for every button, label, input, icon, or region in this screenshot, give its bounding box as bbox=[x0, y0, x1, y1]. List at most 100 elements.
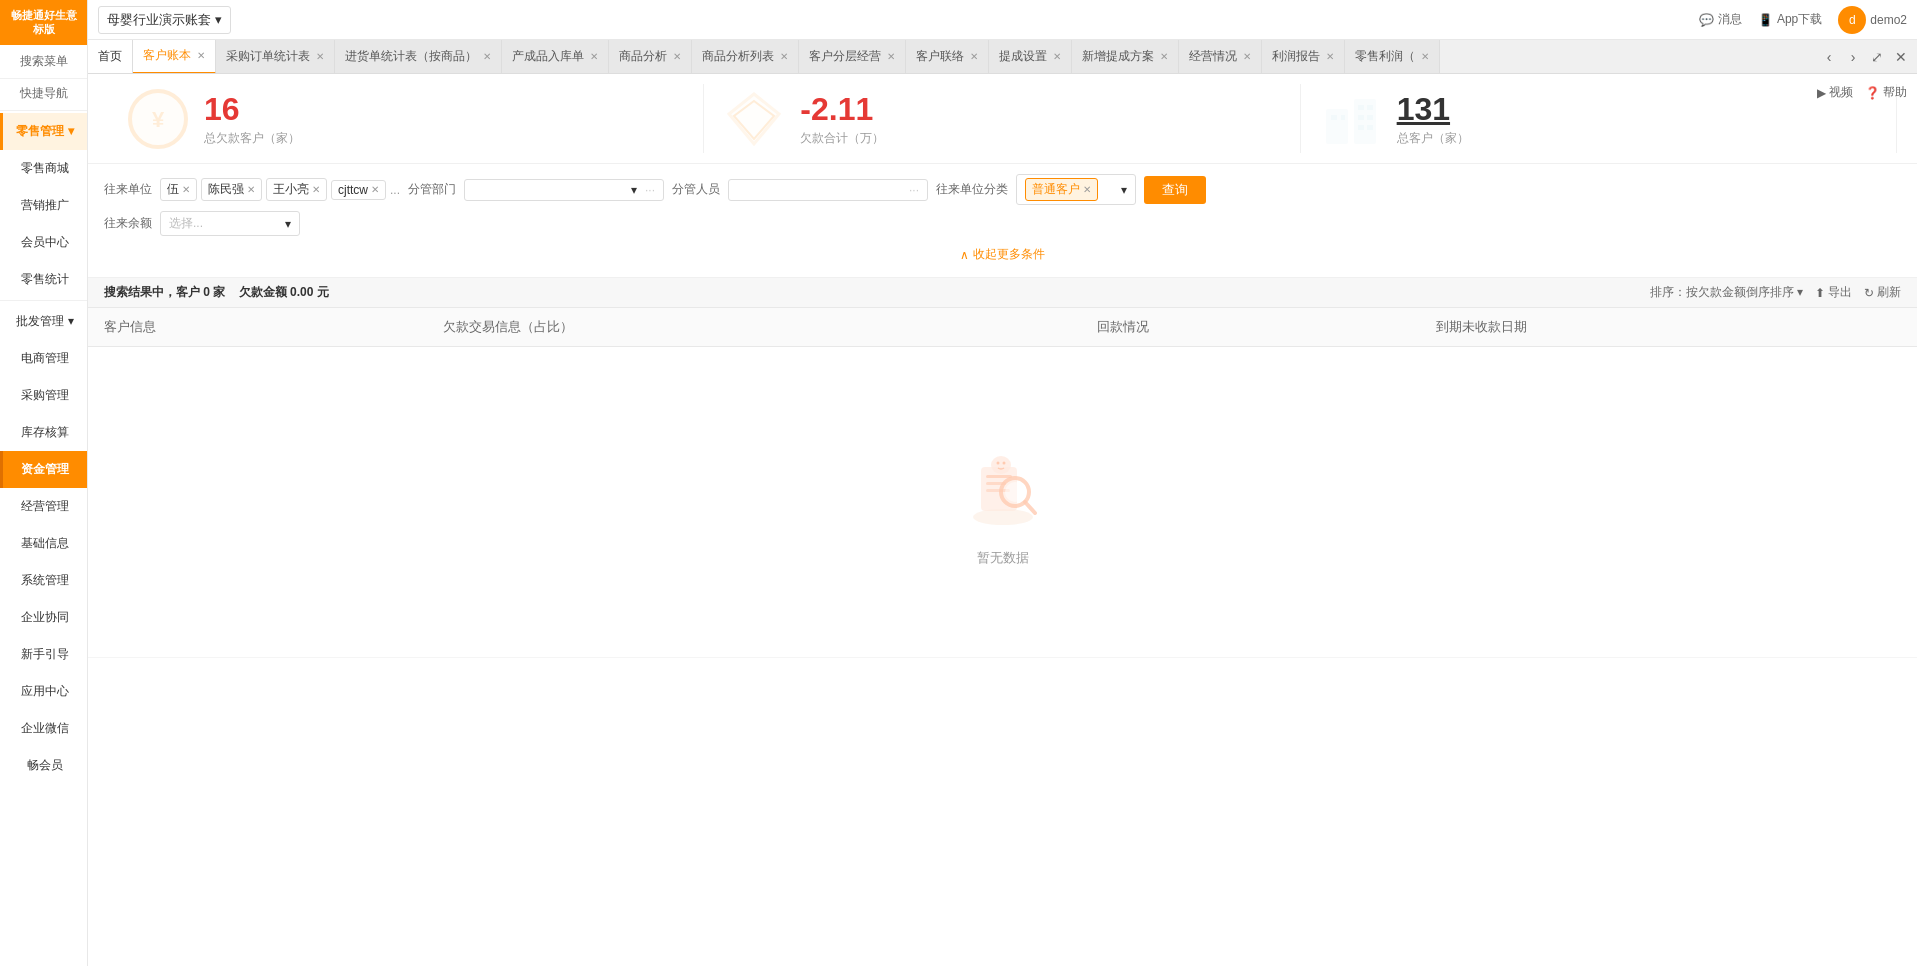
tabs-close-all-btn[interactable]: ✕ bbox=[1891, 47, 1911, 67]
message-icon: 💬 bbox=[1699, 13, 1714, 27]
balance-select[interactable]: 选择... ▾ bbox=[160, 211, 300, 236]
sort-select[interactable]: 排序：按欠款金额倒序排序 ▾ bbox=[1650, 284, 1803, 301]
filter-tag-cjttcw[interactable]: cjttcw ✕ bbox=[331, 180, 386, 200]
tab-product-analysis-close[interactable]: ✕ bbox=[673, 51, 681, 62]
balance-label: 往来余额 bbox=[104, 215, 152, 232]
sidebar-item-finance[interactable]: 资金管理 bbox=[0, 451, 87, 488]
filter-tag-chen[interactable]: 陈民强 ✕ bbox=[201, 178, 262, 201]
tab-customer-contact-close[interactable]: ✕ bbox=[970, 51, 978, 62]
tab-new-raise-plan[interactable]: 新增提成方案 ✕ bbox=[1072, 40, 1179, 74]
sidebar-item-retail-mgmt[interactable]: 零售管理 ▾ bbox=[0, 113, 87, 150]
tab-product-analysis-list-close[interactable]: ✕ bbox=[780, 51, 788, 62]
tag-cjttcw-remove[interactable]: ✕ bbox=[371, 184, 379, 195]
sidebar-item-inventory[interactable]: 库存核算 bbox=[0, 414, 87, 451]
stat-value-overdue-customers: 16 bbox=[204, 91, 300, 128]
sidebar-logo[interactable]: 畅捷通好生意 标版 bbox=[0, 0, 87, 45]
tag-chen-label: 陈民强 bbox=[208, 181, 244, 198]
tab-product-analysis[interactable]: 商品分析 ✕ bbox=[609, 40, 692, 74]
query-btn[interactable]: 查询 bbox=[1144, 176, 1206, 204]
message-btn[interactable]: 💬 消息 bbox=[1699, 11, 1742, 28]
tab-raise-settings-close[interactable]: ✕ bbox=[1053, 51, 1061, 62]
sidebar-item-operation[interactable]: 经营管理 bbox=[0, 488, 87, 525]
tab-profit-report[interactable]: 利润报告 ✕ bbox=[1262, 40, 1345, 74]
customer-count: 0 bbox=[203, 285, 210, 299]
sidebar-item-ecommerce[interactable]: 电商管理 bbox=[0, 340, 87, 377]
overdue-label: 欠款金额 bbox=[239, 285, 287, 299]
overdue-value: 0.00 bbox=[290, 285, 313, 299]
sort-dropdown-icon: ▾ bbox=[1797, 285, 1803, 299]
tabs-next-btn[interactable]: › bbox=[1843, 47, 1863, 67]
filter-row-1: 往来单位 伍 ✕ 陈民强 ✕ 王小亮 ✕ cjttcw ✕ ... bbox=[104, 174, 1901, 205]
sidebar-item-member2[interactable]: 畅会员 bbox=[0, 747, 87, 784]
tab-product-analysis-label: 商品分析 bbox=[619, 48, 667, 65]
sidebar-item-marketing[interactable]: 营销推广 bbox=[0, 187, 87, 224]
svg-rect-8 bbox=[1358, 105, 1364, 110]
svg-rect-12 bbox=[1358, 125, 1364, 130]
sidebar-item-retail-mall[interactable]: 零售商城 bbox=[0, 150, 87, 187]
refresh-btn[interactable]: ↻ 刷新 bbox=[1864, 284, 1901, 301]
tag-wang-remove[interactable]: ✕ bbox=[312, 184, 320, 195]
tab-home[interactable]: 首页 bbox=[88, 40, 133, 74]
tab-product-analysis-list[interactable]: 商品分析列表 ✕ bbox=[692, 40, 799, 74]
industry-selector[interactable]: 母婴行业演示账套 ▾ bbox=[98, 6, 231, 34]
result-actions: 排序：按欠款金额倒序排序 ▾ ⬆ 导出 ↻ 刷新 bbox=[1650, 284, 1901, 301]
sidebar-item-base-info[interactable]: 基础信息 bbox=[0, 525, 87, 562]
filter-more-btn[interactable]: ... bbox=[390, 183, 400, 197]
sidebar-search[interactable]: 搜索菜单 bbox=[0, 45, 87, 79]
tag-chen-remove[interactable]: ✕ bbox=[247, 184, 255, 195]
tab-purchase-order-stats-close[interactable]: ✕ bbox=[316, 51, 324, 62]
unit-class-select[interactable]: 普通客户 ✕ ▾ bbox=[1016, 174, 1136, 205]
video-help-btn[interactable]: ▶ 视频 bbox=[1817, 84, 1853, 101]
tab-customer-contact[interactable]: 客户联络 ✕ bbox=[906, 40, 989, 74]
sidebar-item-purchase[interactable]: 采购管理 bbox=[0, 377, 87, 414]
tabs-prev-btn[interactable]: ‹ bbox=[1819, 47, 1839, 67]
sidebar-item-retail-stats[interactable]: 零售统计 bbox=[0, 261, 87, 298]
empty-icon bbox=[953, 437, 1053, 537]
sidebar-item-newguide[interactable]: 新手引导 bbox=[0, 636, 87, 673]
svg-rect-13 bbox=[1367, 125, 1373, 130]
tab-new-raise-plan-close[interactable]: ✕ bbox=[1160, 51, 1168, 62]
tab-operation-status-close[interactable]: ✕ bbox=[1243, 51, 1251, 62]
stat-info-total-customers: 131 总客户（家） bbox=[1397, 91, 1469, 147]
collapse-btn[interactable]: ∧ 收起更多条件 bbox=[104, 242, 1901, 267]
filter-tag-wu[interactable]: 伍 ✕ bbox=[160, 178, 197, 201]
dept-label: 分管部门 bbox=[408, 181, 456, 198]
sidebar-quick-nav[interactable]: 快捷导航 bbox=[0, 79, 87, 108]
col-due-date: 到期未收款日期 bbox=[1420, 308, 1917, 347]
tab-retail-profit-close[interactable]: ✕ bbox=[1421, 51, 1429, 62]
svg-rect-11 bbox=[1367, 115, 1373, 120]
tab-purchase-stats-product-close[interactable]: ✕ bbox=[483, 51, 491, 62]
tab-customer-book-close[interactable]: ✕ bbox=[197, 50, 205, 61]
tab-purchase-order-stats[interactable]: 采购订单统计表 ✕ bbox=[216, 40, 335, 74]
tag-wu-remove[interactable]: ✕ bbox=[182, 184, 190, 195]
tab-customer-segment-close[interactable]: ✕ bbox=[887, 51, 895, 62]
app-download-btn[interactable]: 📱 App下载 bbox=[1758, 11, 1822, 28]
unit-class-remove[interactable]: ✕ bbox=[1083, 184, 1091, 195]
person-select[interactable]: ··· bbox=[728, 179, 928, 201]
tab-customer-segment[interactable]: 客户分层经营 ✕ bbox=[799, 40, 906, 74]
sidebar-item-member[interactable]: 会员中心 bbox=[0, 224, 87, 261]
tab-retail-profit[interactable]: 零售利润（ ✕ bbox=[1345, 40, 1440, 74]
tab-product-inbound[interactable]: 产成品入库单 ✕ bbox=[502, 40, 609, 74]
person-label: 分管人员 bbox=[672, 181, 720, 198]
tab-product-inbound-close[interactable]: ✕ bbox=[590, 51, 598, 62]
tab-raise-settings[interactable]: 提成设置 ✕ bbox=[989, 40, 1072, 74]
sidebar-item-system[interactable]: 系统管理 bbox=[0, 562, 87, 599]
help-btn[interactable]: ❓ 帮助 bbox=[1865, 84, 1907, 101]
diamond-icon bbox=[724, 89, 784, 149]
tabs-controls: ‹ › ⤢ ✕ bbox=[1813, 47, 1917, 67]
sidebar-item-wholesale[interactable]: 批发管理 ▾ bbox=[0, 303, 87, 340]
export-btn[interactable]: ⬆ 导出 bbox=[1815, 284, 1852, 301]
tabs-maximize-btn[interactable]: ⤢ bbox=[1867, 47, 1887, 67]
user-profile-btn[interactable]: d demo2 bbox=[1838, 6, 1907, 34]
dept-select[interactable]: ▾ ··· bbox=[464, 179, 664, 201]
tab-customer-book[interactable]: 客户账本 ✕ bbox=[133, 40, 216, 74]
sidebar-item-wechat[interactable]: 企业微信 bbox=[0, 710, 87, 747]
svg-text:¥: ¥ bbox=[152, 107, 165, 132]
tab-purchase-stats-product[interactable]: 进货单统计表（按商品） ✕ bbox=[335, 40, 502, 74]
sidebar-item-appstore[interactable]: 应用中心 bbox=[0, 673, 87, 710]
filter-tag-wang[interactable]: 王小亮 ✕ bbox=[266, 178, 327, 201]
sidebar-item-enterprise[interactable]: 企业协同 bbox=[0, 599, 87, 636]
tab-operation-status[interactable]: 经营情况 ✕ bbox=[1179, 40, 1262, 74]
tab-profit-report-close[interactable]: ✕ bbox=[1326, 51, 1334, 62]
